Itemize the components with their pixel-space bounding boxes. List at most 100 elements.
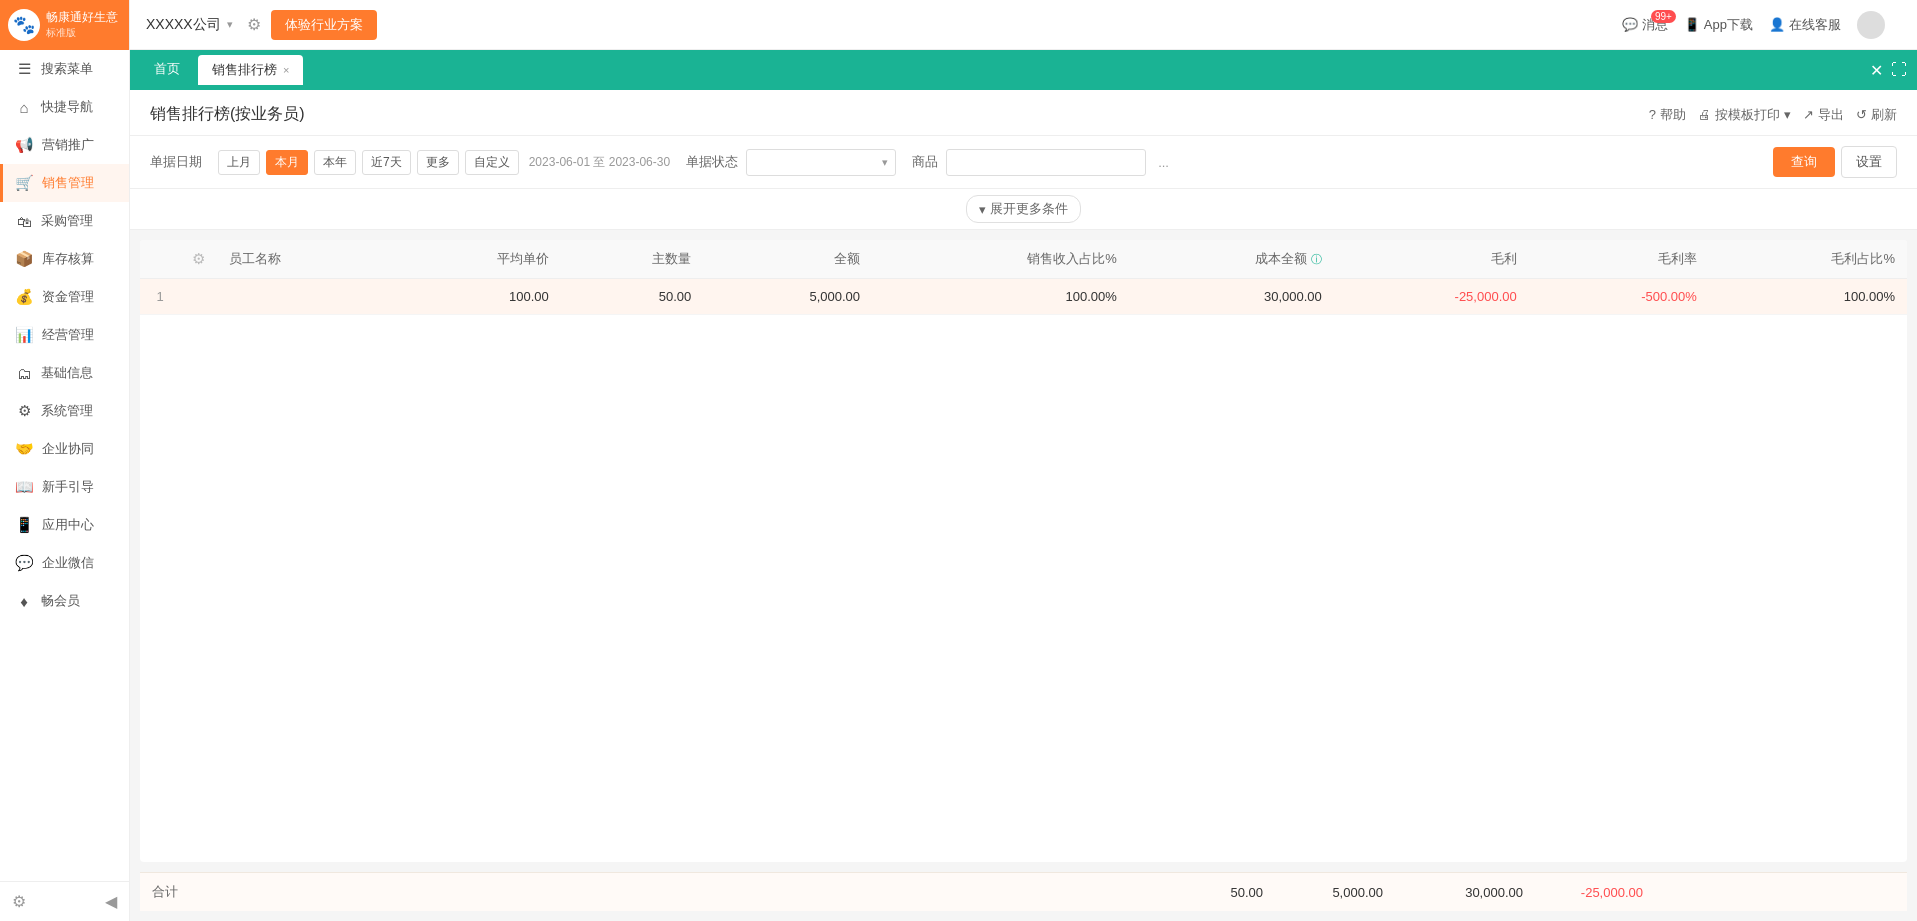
- sidebar-label-guide: 新手引导: [42, 478, 94, 496]
- sidebar-item-finance[interactable]: 💰资金管理: [0, 278, 129, 316]
- app-download-btn[interactable]: 📱 App下载: [1684, 16, 1753, 34]
- footer-amount: 5,000.00: [1275, 885, 1395, 900]
- filter-dates: 上月 本月 本年 近7天 更多 自定义 2023-06-01 至 2023-06…: [218, 150, 670, 175]
- th-cost: 成本全额 ⓘ: [1129, 240, 1334, 279]
- table-header-row: ⚙ 员工名称 平均单价 主数量 全额 销售收入占比% 成本全额 ⓘ 毛利 毛利率…: [140, 240, 1907, 279]
- sidebar-item-system[interactable]: ⚙ 系统管理: [0, 392, 129, 430]
- tabbar-close-icon[interactable]: ✕: [1870, 61, 1883, 80]
- query-btn[interactable]: 查询: [1773, 147, 1835, 177]
- sidebar: 🐾 畅康通好生意 标准版 ☰搜索菜单⌂快捷导航📢营销推广🛒销售管理 🛍 采购管理 📦库…: [0, 0, 130, 921]
- sidebar-icon-system: ⚙: [15, 402, 33, 420]
- service-icon: 👤: [1769, 17, 1785, 32]
- tab-home[interactable]: 首页: [140, 52, 194, 88]
- service-label: 在线客服: [1789, 16, 1841, 34]
- date-range-text: 2023-06-01 至 2023-06-30: [529, 154, 670, 171]
- sidebar-icon-purchase: 🛍: [15, 213, 33, 230]
- sidebar-item-member[interactable]: ♦畅会员: [0, 582, 129, 620]
- filter-bar: 单据日期 上月 本月 本年 近7天 更多 自定义 2023-06-01 至 20…: [130, 136, 1917, 189]
- th-amount: 全额: [703, 240, 872, 279]
- service-btn[interactable]: 👤 在线客服: [1769, 16, 1841, 34]
- sidebar-collapse-icon[interactable]: ◀: [105, 892, 117, 911]
- sidebar-icon-base: 🗂: [15, 365, 33, 382]
- goods-more-icon[interactable]: ...: [1158, 155, 1169, 170]
- app-icon: 📱: [1684, 17, 1700, 32]
- sidebar-item-enterprise[interactable]: 🤝企业协同: [0, 430, 129, 468]
- sidebar-icon-finance: 💰: [15, 288, 34, 306]
- th-name: 员工名称: [217, 240, 389, 279]
- help-icon: ?: [1649, 107, 1656, 122]
- th-settings: ⚙: [180, 240, 217, 279]
- td-gross-pct: 100.00%: [1709, 279, 1907, 315]
- th-qty: 主数量: [561, 240, 703, 279]
- sidebar-icon-operation: 📊: [15, 326, 34, 344]
- tab-sales-rank[interactable]: 销售排行榜 ×: [198, 55, 303, 85]
- sidebar-icon-marketing: 📢: [15, 136, 34, 154]
- td-cost: 30,000.00: [1129, 279, 1334, 315]
- help-btn[interactable]: ? 帮助: [1649, 106, 1686, 124]
- filter-settings-btn[interactable]: 设置: [1841, 146, 1897, 178]
- footer-qty: 50.00: [1155, 885, 1275, 900]
- sidebar-item-purchase[interactable]: 🛍 采购管理: [0, 202, 129, 240]
- sidebar-item-wechat[interactable]: 💬企业微信: [0, 544, 129, 582]
- tab-label: 销售排行榜: [212, 61, 277, 79]
- sidebar-label-purchase: 采购管理: [41, 212, 93, 230]
- last-month-btn[interactable]: 上月: [218, 150, 260, 175]
- th-avg-price: 平均单价: [389, 240, 561, 279]
- avatar[interactable]: [1857, 11, 1885, 39]
- th-gross-rate: 毛利率: [1529, 240, 1709, 279]
- sidebar-logo: 🐾 畅康通好生意 标准版: [0, 0, 129, 50]
- company-selector[interactable]: XXXXX公司 ▾: [146, 16, 233, 34]
- sidebar-item-operation[interactable]: 📊经营管理: [0, 316, 129, 354]
- footer-values: 50.00 5,000.00 30,000.00 -25,000.00: [232, 885, 1895, 900]
- sidebar-item-base[interactable]: 🗂基础信息: [0, 354, 129, 392]
- sidebar-item-inventory[interactable]: 📦库存核算: [0, 240, 129, 278]
- footer-empty: [1655, 885, 1775, 900]
- col-settings-icon[interactable]: ⚙: [192, 250, 205, 267]
- sidebar-item-marketing[interactable]: 📢营销推广: [0, 126, 129, 164]
- date-label: 单据日期: [150, 153, 202, 171]
- exp-btn[interactable]: 体验行业方案: [271, 10, 377, 40]
- this-month-btn[interactable]: 本月: [266, 150, 308, 175]
- export-btn[interactable]: ↗ 导出: [1803, 106, 1844, 124]
- message-icon: 💬: [1622, 17, 1638, 32]
- sidebar-item-apps[interactable]: 📱应用中心: [0, 506, 129, 544]
- expand-btn[interactable]: ▾ 展开更多条件: [966, 195, 1081, 223]
- sidebar-settings-icon[interactable]: ⚙: [12, 892, 26, 911]
- page-header: 销售排行榜(按业务员) ? 帮助 🖨 按模板打印 ▾ ↗ 导出 ↺ 刷新: [130, 90, 1917, 136]
- sidebar-item-quick[interactable]: ⌂快捷导航: [0, 88, 129, 126]
- sidebar-label-quick: 快捷导航: [41, 98, 93, 116]
- print-btn[interactable]: 🖨 按模板打印 ▾: [1698, 106, 1791, 124]
- th-sales-pct: 销售收入占比%: [872, 240, 1129, 279]
- td-gross-rate: -500.00%: [1529, 279, 1709, 315]
- topbar-gear-icon[interactable]: ⚙: [247, 15, 261, 34]
- main-content: XXXXX公司 ▾ ⚙ 体验行业方案 💬 消息 99+ 📱 App下载 👤 在线…: [130, 0, 1917, 921]
- custom-btn[interactable]: 自定义: [465, 150, 519, 175]
- this-year-btn[interactable]: 本年: [314, 150, 356, 175]
- footer-empty2: [1775, 885, 1895, 900]
- status-filter: 单据状态: [686, 149, 896, 176]
- td-index: 1: [140, 279, 180, 315]
- expand-label: 展开更多条件: [990, 200, 1068, 218]
- sidebar-label-system: 系统管理: [41, 402, 93, 420]
- sidebar-item-search[interactable]: ☰搜索菜单: [0, 50, 129, 88]
- table-area: ⚙ 员工名称 平均单价 主数量 全额 销售收入占比% 成本全额 ⓘ 毛利 毛利率…: [140, 240, 1907, 862]
- message-btn[interactable]: 💬 消息 99+: [1622, 16, 1668, 34]
- footer-label: 合计: [152, 883, 232, 901]
- sidebar-item-sales[interactable]: 🛒销售管理: [0, 164, 129, 202]
- td-qty: 50.00: [561, 279, 703, 315]
- goods-input[interactable]: [946, 149, 1146, 176]
- refresh-btn[interactable]: ↺ 刷新: [1856, 106, 1897, 124]
- th-gross: 毛利: [1334, 240, 1529, 279]
- tab-close-icon[interactable]: ×: [283, 64, 289, 76]
- goods-filter: 商品 ...: [912, 149, 1169, 176]
- sidebar-footer: ⚙ ◀: [0, 881, 129, 921]
- status-select[interactable]: [746, 149, 896, 176]
- company-name: XXXXX公司: [146, 16, 221, 34]
- tabbar-expand-icon[interactable]: ⛶: [1891, 61, 1907, 80]
- last7-btn[interactable]: 近7天: [362, 150, 411, 175]
- sidebar-item-guide[interactable]: 📖新手引导: [0, 468, 129, 506]
- page-actions: ? 帮助 🖨 按模板打印 ▾ ↗ 导出 ↺ 刷新: [1649, 106, 1897, 124]
- tabbar: 首页 销售排行榜 × ✕ ⛶: [130, 50, 1917, 90]
- more-btn[interactable]: 更多: [417, 150, 459, 175]
- sidebar-icon-inventory: 📦: [15, 250, 34, 268]
